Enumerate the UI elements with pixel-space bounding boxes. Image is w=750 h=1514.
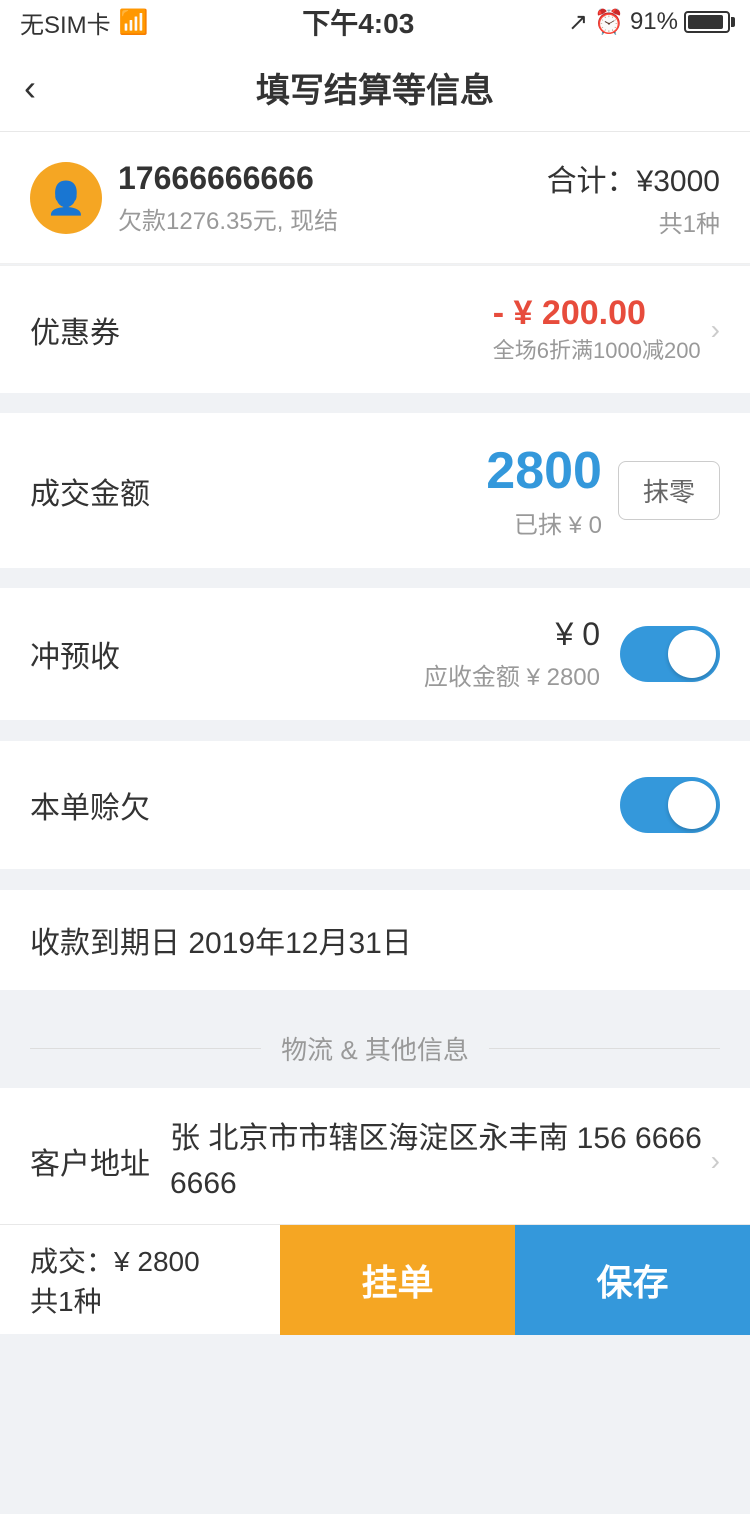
amount-value: 2800: [486, 441, 602, 501]
bottom-summary: 成交：¥ 2800 共1种: [0, 1240, 280, 1320]
wifi-icon: 📶: [119, 8, 149, 37]
logistics-line-right: [489, 1048, 720, 1049]
location-icon: ↗: [568, 8, 588, 37]
customer-card: 👤 17666666666 欠款1276.35元, 现结 合计：¥3000 共1…: [0, 132, 750, 264]
date-text: 收款到期日 2019年12月31日: [30, 918, 720, 962]
chevron-right-icon: ›: [711, 314, 720, 346]
carrier-text: 无SIM卡: [20, 5, 111, 40]
nav-bar: ‹ 填写结算等信息: [0, 44, 750, 132]
address-value: 张 北京市市辖区海淀区永丰南 156 6666 6666: [170, 1116, 711, 1206]
prepay-amount: ¥ 0: [424, 616, 600, 653]
amount-sub: 已抹 ¥ 0: [486, 505, 602, 540]
back-button[interactable]: ‹: [24, 67, 36, 109]
debit-row: 本单赊欠: [30, 741, 720, 869]
prepay-section: 冲预收 ¥ 0 应收金额 ¥ 2800: [0, 588, 750, 720]
address-section[interactable]: 客户地址 张 北京市市辖区海淀区永丰南 156 6666 6666 ›: [0, 1088, 750, 1234]
avatar: 👤: [30, 162, 102, 234]
customer-left: 👤 17666666666 欠款1276.35元, 现结: [30, 160, 338, 236]
amount-right: 2800 已抹 ¥ 0 抹零: [486, 441, 720, 540]
customer-right: 合计：¥3000 共1种: [547, 156, 720, 239]
coupon-label: 优惠券: [30, 308, 120, 352]
round-button[interactable]: 抹零: [618, 461, 720, 520]
status-time: 下午4:03: [302, 2, 414, 42]
prepay-right: ¥ 0 应收金额 ¥ 2800: [424, 616, 720, 692]
logistics-divider: 物流 & 其他信息: [0, 1010, 750, 1087]
coupon-desc: 全场6折满1000减200: [493, 333, 701, 365]
amount-label: 成交金额: [30, 469, 150, 513]
prepay-toggle[interactable]: [620, 626, 720, 682]
amount-row: 成交金额 2800 已抹 ¥ 0 抹零: [30, 413, 720, 568]
coupon-row[interactable]: 优惠券 - ¥ 200.00 全场6折满1000减200 ›: [0, 265, 750, 393]
address-chevron-icon: ›: [711, 1145, 720, 1177]
logistics-label: 物流 & 其他信息: [261, 1030, 489, 1067]
debit-label: 本单赊欠: [30, 783, 150, 827]
battery-icon: [684, 11, 730, 33]
bottom-summary-amount: ¥ 2800: [114, 1246, 200, 1277]
prepay-receivable: 应收金额 ¥ 2800: [424, 657, 600, 692]
bottom-summary-row: 成交：¥ 2800: [30, 1240, 250, 1280]
prepay-row: 冲预收 ¥ 0 应收金额 ¥ 2800: [30, 588, 720, 720]
section-divider-3: [0, 720, 750, 740]
section-divider-2: [0, 568, 750, 588]
customer-count: 共1种: [547, 204, 720, 239]
alarm-icon: ⏰: [594, 8, 624, 37]
status-right: ↗ ⏰ 91%: [568, 8, 730, 37]
coupon-right: - ¥ 200.00 全场6折满1000减200 ›: [493, 294, 720, 365]
bottom-bar: 成交：¥ 2800 共1种 挂单 保存: [0, 1224, 750, 1334]
save-button[interactable]: 保存: [515, 1225, 750, 1335]
address-label: 客户地址: [30, 1139, 150, 1183]
debit-toggle-knob: [668, 781, 716, 829]
prepay-label: 冲预收: [30, 632, 120, 676]
debit-toggle[interactable]: [620, 777, 720, 833]
toggle-knob: [668, 630, 716, 678]
bottom-summary-label: 成交：: [30, 1246, 114, 1277]
bottom-summary-count: 共1种: [30, 1280, 250, 1320]
section-divider-4: [0, 869, 750, 889]
date-section: 收款到期日 2019年12月31日: [0, 890, 750, 990]
prepay-values: ¥ 0 应收金额 ¥ 2800: [424, 616, 600, 692]
hold-button[interactable]: 挂单: [280, 1225, 515, 1335]
amount-section: 成交金额 2800 已抹 ¥ 0 抹零: [0, 413, 750, 568]
coupon-amount: - ¥ 200.00: [493, 294, 701, 333]
status-bar: 无SIM卡 📶 下午4:03 ↗ ⏰ 91%: [0, 0, 750, 44]
customer-info: 17666666666 欠款1276.35元, 现结: [118, 160, 338, 236]
customer-phone: 17666666666: [118, 160, 338, 197]
section-divider-1: [0, 393, 750, 413]
status-left: 无SIM卡 📶: [20, 5, 149, 40]
debit-section: 本单赊欠: [0, 741, 750, 869]
battery-percent: 91%: [630, 8, 678, 36]
customer-debt: 欠款1276.35元, 现结: [118, 201, 338, 236]
page-title: 填写结算等信息: [256, 63, 494, 112]
logistics-line-left: [30, 1048, 261, 1049]
customer-total: 合计：¥3000: [547, 156, 720, 200]
